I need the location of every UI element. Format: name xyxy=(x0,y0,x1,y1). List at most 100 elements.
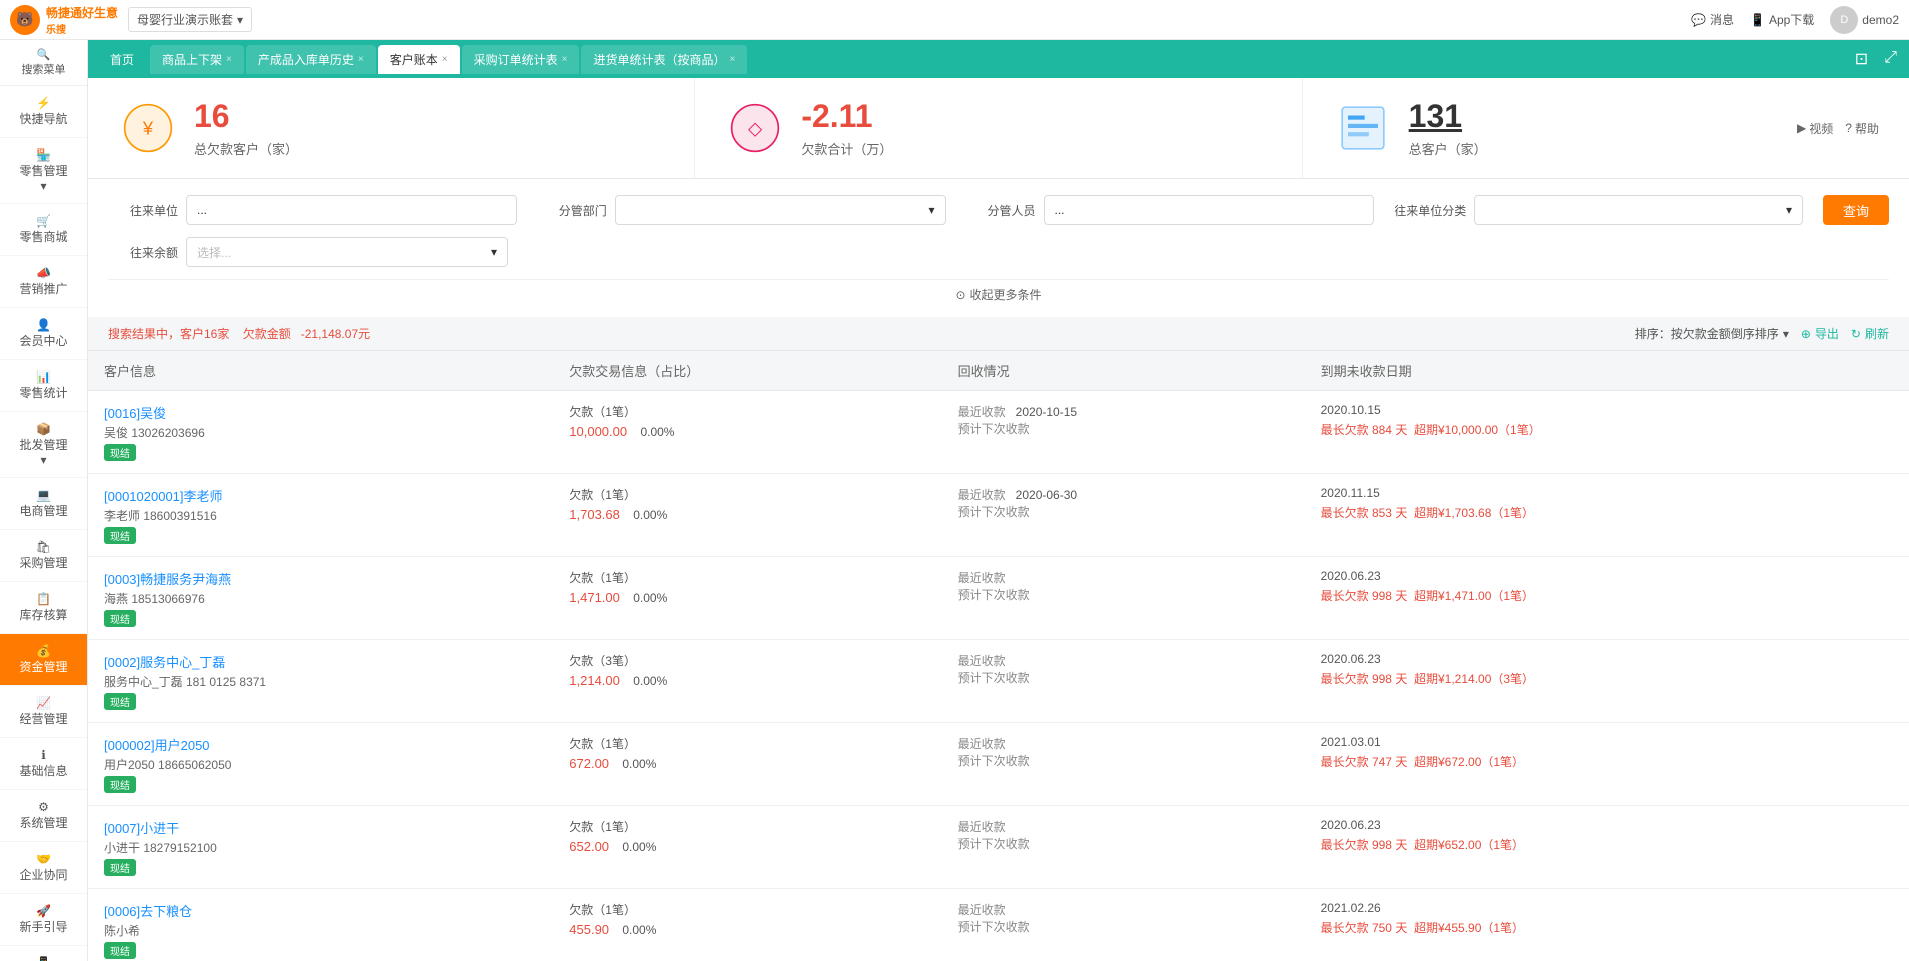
video-label: 视频 xyxy=(1809,120,1833,137)
customer-input[interactable]: ... xyxy=(186,195,517,225)
sidebar-item-retail-stats[interactable]: 📊 零售统计 xyxy=(0,360,87,412)
export-icon: ⊕ xyxy=(1801,327,1811,341)
tab-product-history[interactable]: 产成品入库单历史 × xyxy=(246,45,376,74)
chevron-down-icon: ▾ xyxy=(1786,203,1792,217)
overdue-date: 2021.02.26 xyxy=(1321,901,1893,915)
person-input[interactable]: ... xyxy=(1044,195,1375,225)
tab-close-icon[interactable]: × xyxy=(358,54,364,65)
video-icon: ▶ xyxy=(1797,121,1806,135)
tab-product-offline[interactable]: 商品上下架 × xyxy=(150,45,244,74)
filter-person-label: 分管人员 xyxy=(966,202,1036,219)
sidebar-item-label: 基础信息 xyxy=(6,762,81,779)
person-placeholder: ... xyxy=(1055,203,1065,217)
overdue-badge-link[interactable]: 超期¥455.90（1笔） xyxy=(1414,921,1524,935)
tab-customer-account[interactable]: 客户账本 × xyxy=(378,45,460,74)
overdue-badge-link[interactable]: 超期¥1,703.68（1笔） xyxy=(1414,506,1534,520)
customer-name-link[interactable]: [0002]服务中心_丁磊 xyxy=(104,655,225,670)
customer-name-link[interactable]: [0003]畅捷服务尹海燕 xyxy=(104,572,231,587)
debt-amount: 455.90 xyxy=(569,922,609,937)
sidebar-item-purchase[interactable]: 🛍 采购管理 xyxy=(0,530,87,582)
collapse-icon: ⊙ xyxy=(955,288,965,302)
tab-goods-stats[interactable]: 进货单统计表（按商品） × xyxy=(581,45,747,74)
page-content: ¥ 16 总欠款客户（家） ◇ xyxy=(88,78,1909,961)
next-payment-label: 预计下次收款 xyxy=(958,422,1030,436)
sidebar-item-label: 企业协同 xyxy=(6,866,81,883)
customer-placeholder: ... xyxy=(197,203,207,217)
customer-name-link[interactable]: [0001020001]李老师 xyxy=(104,489,223,504)
customer-name-link[interactable]: [0006]去下粮仓 xyxy=(104,904,192,919)
debt-cell-3: 欠款（3笔） 1,214.00 0.00% xyxy=(553,640,941,723)
tab-close-icon[interactable]: × xyxy=(226,54,232,65)
user-avatar-btn[interactable]: D demo2 xyxy=(1830,6,1899,34)
overdue-badge-link[interactable]: 超期¥652.00（1笔） xyxy=(1414,838,1524,852)
message-btn[interactable]: 💬 消息 xyxy=(1691,11,1734,28)
debt-ratio: 0.00% xyxy=(633,508,667,522)
sidebar-item-ecommerce[interactable]: 💻 电商管理 xyxy=(0,478,87,530)
tab-close-icon[interactable]: × xyxy=(442,54,448,65)
help-btn[interactable]: ? 帮助 xyxy=(1845,120,1879,137)
sidebar-item-system[interactable]: ⚙ 系统管理 xyxy=(0,790,87,842)
sidebar-item-batch-mgmt[interactable]: 📦 批发管理 ▾ xyxy=(0,412,87,478)
customer-name-link[interactable]: [000002]用户2050 xyxy=(104,738,210,753)
table-row: [0001020001]李老师 李老师 18600391516 现结 欠款（1笔… xyxy=(88,474,1909,557)
balance-placeholder: 选择... xyxy=(197,244,231,261)
last-payment-info: 最近收款 xyxy=(958,569,1289,586)
collapse-btn[interactable]: ⊙ 收起更多条件 xyxy=(108,279,1889,309)
sidebar-item-quick-nav[interactable]: ⚡ 快捷导航 xyxy=(0,86,87,138)
tab-purchase-order[interactable]: 采购订单统计表 × xyxy=(462,45,580,74)
sidebar-item-finance[interactable]: 💰 资金管理 xyxy=(0,634,87,686)
overdue-badge-link[interactable]: 超期¥1,214.00（3笔） xyxy=(1414,672,1534,686)
tab-home[interactable]: 首页 xyxy=(96,45,148,74)
customer-name-link[interactable]: [0007]小进干 xyxy=(104,821,179,836)
sidebar-item-newguide[interactable]: 🚀 新手引导 xyxy=(0,894,87,946)
sidebar-item-operation[interactable]: 📈 经营管理 xyxy=(0,686,87,738)
customer-cell-3: [0002]服务中心_丁磊 服务中心_丁磊 181 0125 8371 现结 xyxy=(88,640,553,723)
app-download-label: App下载 xyxy=(1769,11,1814,28)
overdue-badge-link[interactable]: 超期¥672.00（1笔） xyxy=(1414,755,1524,769)
sidebar-item-member[interactable]: 👤 会员中心 xyxy=(0,308,87,360)
sidebar-item-enterprise[interactable]: 🤝 企业协同 xyxy=(0,842,87,894)
sort-selector[interactable]: 排序：按欠款金额倒序排序 ▾ xyxy=(1635,325,1789,342)
refresh-btn[interactable]: ↻ 刷新 xyxy=(1851,325,1889,342)
sidebar-item-retail-mgmt[interactable]: 🏪 零售管理 ▾ xyxy=(0,138,87,204)
debt-amount: 672.00 xyxy=(569,756,609,771)
debt-amount: 652.00 xyxy=(569,839,609,854)
sidebar-item-label: 营销推广 xyxy=(6,280,81,297)
next-payment-label: 预计下次收款 xyxy=(958,505,1030,519)
sidebar-item-search-menu[interactable]: 🔍 搜索菜单 xyxy=(0,40,87,86)
store-selector[interactable]: 母婴行业演示账套 ▾ xyxy=(128,7,252,32)
overdue-date: 2020.06.23 xyxy=(1321,569,1893,583)
sidebar-item-basic[interactable]: ℹ 基础信息 xyxy=(0,738,87,790)
filter-row-2: 往来余额 选择... ▾ xyxy=(108,237,508,267)
sidebar: 🔍 搜索菜单 ⚡ 快捷导航 🏪 零售管理 ▾ 🛒 零售商城 📣 营销推广 � xyxy=(0,40,88,961)
tab-label: 产成品入库单历史 xyxy=(258,51,354,68)
sidebar-item-inventory[interactable]: 📋 库存核算 xyxy=(0,582,87,634)
sidebar-item-retail-store[interactable]: 🛒 零售商城 xyxy=(0,204,87,256)
customer-badge: 现结 xyxy=(104,444,136,461)
video-btn[interactable]: ▶ 视频 xyxy=(1797,120,1833,137)
sidebar-item-app-center[interactable]: 📱 应用中心 xyxy=(0,946,87,961)
next-payment-info: 预计下次收款 xyxy=(958,503,1289,520)
dept-select[interactable]: ▾ xyxy=(615,195,946,225)
sidebar-item-marketing[interactable]: 📣 营销推广 xyxy=(0,256,87,308)
category-select[interactable]: ▾ xyxy=(1474,195,1803,225)
tab-close-icon[interactable]: × xyxy=(562,54,568,65)
debt-amount: 1,214.00 xyxy=(569,673,620,688)
filter-category-label: 往来单位分类 xyxy=(1394,202,1466,219)
tab-restore-icon[interactable]: ⊡ xyxy=(1851,45,1872,73)
search-button[interactable]: 查询 xyxy=(1823,195,1889,225)
export-btn[interactable]: ⊕ 导出 xyxy=(1801,325,1839,342)
overdue-badge-link[interactable]: 超期¥1,471.00（1笔） xyxy=(1414,589,1534,603)
tab-maximize-icon[interactable]: ⤢ xyxy=(1880,45,1901,73)
debt-count: 欠款（1笔） xyxy=(569,403,925,420)
col-overdue-date: 到期未收款日期 xyxy=(1305,351,1909,391)
card3-value: 131 xyxy=(1409,98,1487,135)
app-download-btn[interactable]: 📱 App下载 xyxy=(1750,11,1814,28)
balance-select[interactable]: 选择... ▾ xyxy=(186,237,508,267)
tab-label: 进货单统计表（按商品） xyxy=(593,51,725,68)
tab-close-icon[interactable]: × xyxy=(729,54,735,65)
sidebar-item-label: 经营管理 xyxy=(6,710,81,727)
overdue-badge-link[interactable]: 超期¥10,000.00（1笔） xyxy=(1414,423,1541,437)
sidebar-item-label: 库存核算 xyxy=(6,606,81,623)
customer-name-link[interactable]: [0016]吴俊 xyxy=(104,406,166,421)
